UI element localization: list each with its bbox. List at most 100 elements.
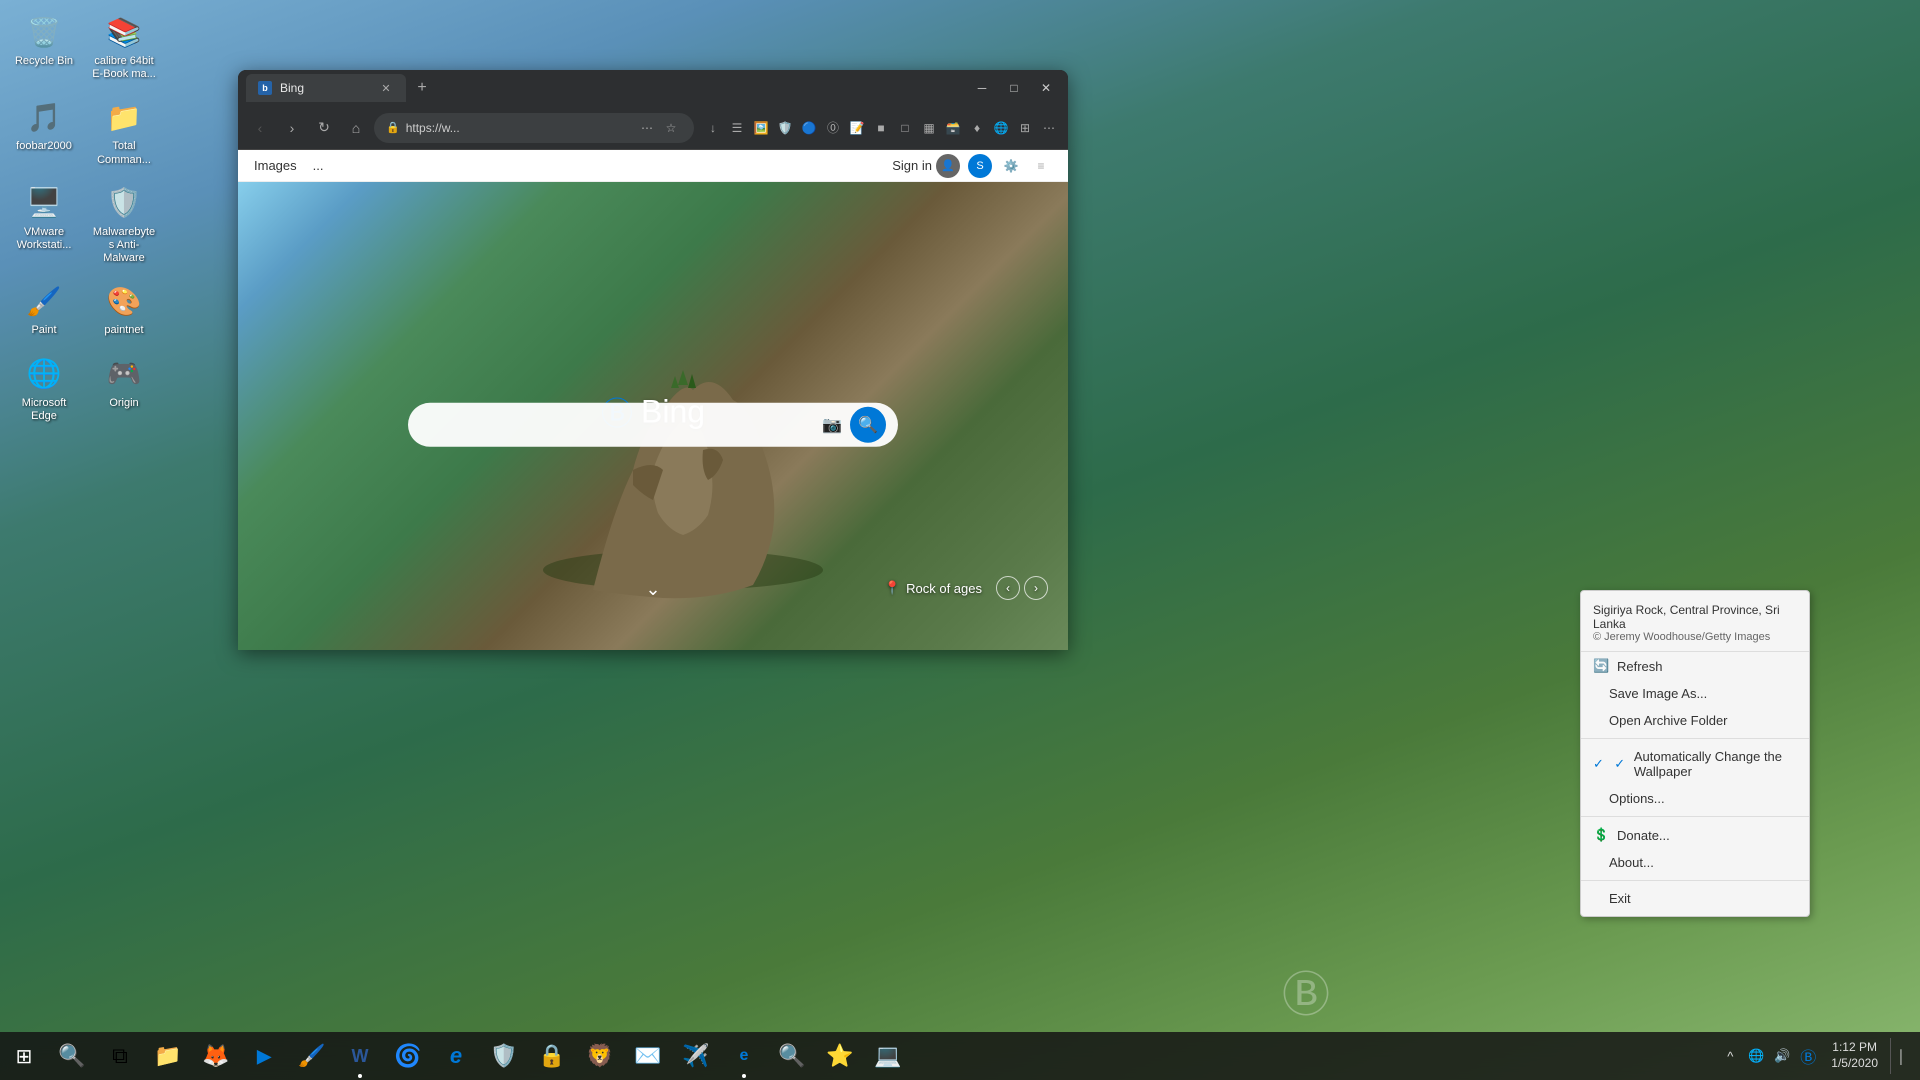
- show-desktop-button[interactable]: │: [1890, 1038, 1912, 1074]
- taskbar-edge2[interactable]: e: [432, 1032, 480, 1080]
- paintnet-label: paintnet: [104, 324, 143, 337]
- camera-search-icon[interactable]: 📷: [822, 415, 842, 435]
- toolbar-btn-14[interactable]: ⊞: [1014, 117, 1036, 139]
- taskbar-search2[interactable]: 🔍: [768, 1032, 816, 1080]
- toolbar-btn-8[interactable]: ■: [870, 117, 892, 139]
- search-input[interactable]: [420, 416, 814, 433]
- tray-show-hidden[interactable]: ^: [1719, 1038, 1741, 1074]
- taskbar-brave[interactable]: 🦁: [576, 1032, 624, 1080]
- desktop-icon-foobar[interactable]: 🎵 foobar2000: [8, 93, 80, 170]
- tray-bing-wallpaper[interactable]: Ⓑ: [1797, 1038, 1819, 1074]
- desktop-icon-paintnet[interactable]: 🎨 paintnet: [88, 277, 160, 341]
- minimize-button[interactable]: ─: [968, 74, 996, 102]
- bing-nav-images[interactable]: Images: [254, 158, 297, 173]
- total-commander-label: Total Comman...: [92, 140, 156, 166]
- refresh-button[interactable]: ↻: [310, 114, 338, 142]
- desktop-icon-origin[interactable]: 🎮 Origin: [88, 350, 160, 427]
- vmware-icon: 🖥️: [24, 183, 64, 223]
- back-button[interactable]: ‹: [246, 114, 274, 142]
- desktop-icon-malwarebytes[interactable]: 🛡️ Malwarebytes Anti-Malware: [88, 179, 160, 270]
- taskbar-windows-icon-3[interactable]: ▶: [240, 1032, 288, 1080]
- toolbar-btn-11[interactable]: 🗃️: [942, 117, 964, 139]
- forward-button[interactable]: ›: [278, 114, 306, 142]
- settings-icon[interactable]: ⋯: [1038, 117, 1060, 139]
- context-menu-open-archive[interactable]: Open Archive Folder: [1581, 707, 1809, 734]
- address-input[interactable]: 🔒 https://w... ⋯ ☆: [374, 113, 694, 143]
- search-button[interactable]: 🔍: [850, 407, 886, 443]
- collections-icon[interactable]: ☰: [726, 117, 748, 139]
- system-tray: ^ 🌐 🔊 Ⓑ 1:12 PM 1/5/2020 │: [1719, 1038, 1920, 1074]
- taskbar-kaspersky[interactable]: 🔒: [528, 1032, 576, 1080]
- bing-menu-icon[interactable]: ≡: [1030, 155, 1052, 177]
- system-clock[interactable]: 1:12 PM 1/5/2020: [1823, 1040, 1886, 1071]
- toolbar-btn-9[interactable]: □: [894, 117, 916, 139]
- search-box[interactable]: 📷 🔍: [408, 403, 898, 447]
- taskbar-edge[interactable]: 🌀: [384, 1032, 432, 1080]
- toolbar-btn-3[interactable]: 🖼️: [750, 117, 772, 139]
- sign-in-button[interactable]: Sign in 👤: [892, 154, 960, 178]
- bing-settings-icon[interactable]: ⚙️: [1000, 155, 1022, 177]
- window-controls: ─ □ ✕: [968, 74, 1060, 102]
- taskbar-mail[interactable]: ✉️: [624, 1032, 672, 1080]
- taskbar-telegram[interactable]: ✈️: [672, 1032, 720, 1080]
- total-commander-icon: 📁: [104, 97, 144, 137]
- context-menu-auto-change[interactable]: ✓ Automatically Change the Wallpaper: [1581, 743, 1809, 785]
- desktop-icon-calibre[interactable]: 📚 calibre 64bit E-Book ma...: [88, 8, 160, 85]
- context-menu-donate[interactable]: 💲 Donate...: [1581, 821, 1809, 849]
- tray-volume[interactable]: 🔊: [1771, 1038, 1793, 1074]
- taskbar-search-icon[interactable]: 🔍: [48, 1032, 96, 1080]
- context-menu-exit[interactable]: Exit: [1581, 885, 1809, 912]
- taskbar-firefox[interactable]: 🦊: [192, 1032, 240, 1080]
- context-menu-title: Sigiriya Rock, Central Province, Sri Lan…: [1593, 603, 1797, 631]
- toolbar-btn-4[interactable]: 🛡️: [774, 117, 796, 139]
- clock-time: 1:12 PM: [1831, 1040, 1878, 1056]
- taskbar-malware[interactable]: 🛡️: [480, 1032, 528, 1080]
- taskbar-edge3[interactable]: e: [720, 1032, 768, 1080]
- context-menu-options[interactable]: Options...: [1581, 785, 1809, 812]
- taskbar-unknown2[interactable]: 💻: [864, 1032, 912, 1080]
- scroll-down-indicator[interactable]: ⌄: [645, 579, 660, 600]
- bing-content-area: Ⓑ Bing 📷 🔍 ⌄ 📍 Rock of ages ‹ › State of…: [238, 182, 1068, 650]
- user-initial-avatar[interactable]: S: [968, 154, 992, 178]
- prev-image-button[interactable]: ‹: [996, 576, 1020, 600]
- new-tab-button[interactable]: +: [410, 76, 434, 100]
- browser-window: b Bing ✕ + ─ □ ✕ ‹ › ↻ ⌂ 🔒 https://w... …: [238, 70, 1068, 650]
- extensions-icon[interactable]: ⋯: [636, 117, 658, 139]
- malwarebytes-icon: 🛡️: [104, 183, 144, 223]
- taskbar-word[interactable]: W: [336, 1032, 384, 1080]
- tab-area: b Bing ✕ +: [246, 74, 964, 102]
- toolbar-btn-7[interactable]: 📝: [846, 117, 868, 139]
- taskbar-unknown1[interactable]: ⭐: [816, 1032, 864, 1080]
- tab-close-button[interactable]: ✕: [378, 80, 394, 96]
- taskbar-task-view[interactable]: ⧉: [96, 1032, 144, 1080]
- desktop-icon-paint[interactable]: 🖌️ Paint: [8, 277, 80, 341]
- image-nav-arrows: ‹ ›: [996, 576, 1048, 600]
- tray-network[interactable]: 🌐: [1745, 1038, 1767, 1074]
- toolbar-btn-12[interactable]: ♦: [966, 117, 988, 139]
- bookmark-icon[interactable]: ☆: [660, 117, 682, 139]
- desktop-icon-ms-edge[interactable]: 🌐 Microsoft Edge: [8, 350, 80, 427]
- toolbar-btn-10[interactable]: ▦: [918, 117, 940, 139]
- browser-tab-bing[interactable]: b Bing ✕: [246, 74, 406, 102]
- bing-nav-more[interactable]: ...: [313, 158, 324, 173]
- desktop-icon-vmware[interactable]: 🖥️ VMware Workstati...: [8, 179, 80, 270]
- toolbar-btn-5[interactable]: 🔵: [798, 117, 820, 139]
- toolbar-btn-13[interactable]: 🌐: [990, 117, 1012, 139]
- desktop-icon-total-commander[interactable]: 📁 Total Comman...: [88, 93, 160, 170]
- search-box-container: 📷 🔍: [408, 403, 898, 447]
- desktop-icon-recycle-bin[interactable]: 🗑️ Recycle Bin: [8, 8, 80, 85]
- taskbar-paint[interactable]: 🖌️: [288, 1032, 336, 1080]
- sign-in-area: Sign in 👤 S ⚙️ ≡: [892, 154, 1052, 178]
- context-menu-save-image[interactable]: Save Image As...: [1581, 680, 1809, 707]
- taskbar-file-explorer[interactable]: 📁: [144, 1032, 192, 1080]
- context-menu-refresh[interactable]: 🔄 Refresh: [1581, 652, 1809, 680]
- next-image-button[interactable]: ›: [1024, 576, 1048, 600]
- context-menu-header: Sigiriya Rock, Central Province, Sri Lan…: [1581, 595, 1809, 652]
- toolbar-btn-6[interactable]: ⓪: [822, 117, 844, 139]
- download-icon[interactable]: ↓: [702, 117, 724, 139]
- context-menu-about[interactable]: About...: [1581, 849, 1809, 876]
- home-button[interactable]: ⌂: [342, 114, 370, 142]
- start-button[interactable]: ⊞: [0, 1032, 48, 1080]
- maximize-button[interactable]: □: [1000, 74, 1028, 102]
- close-button[interactable]: ✕: [1032, 74, 1060, 102]
